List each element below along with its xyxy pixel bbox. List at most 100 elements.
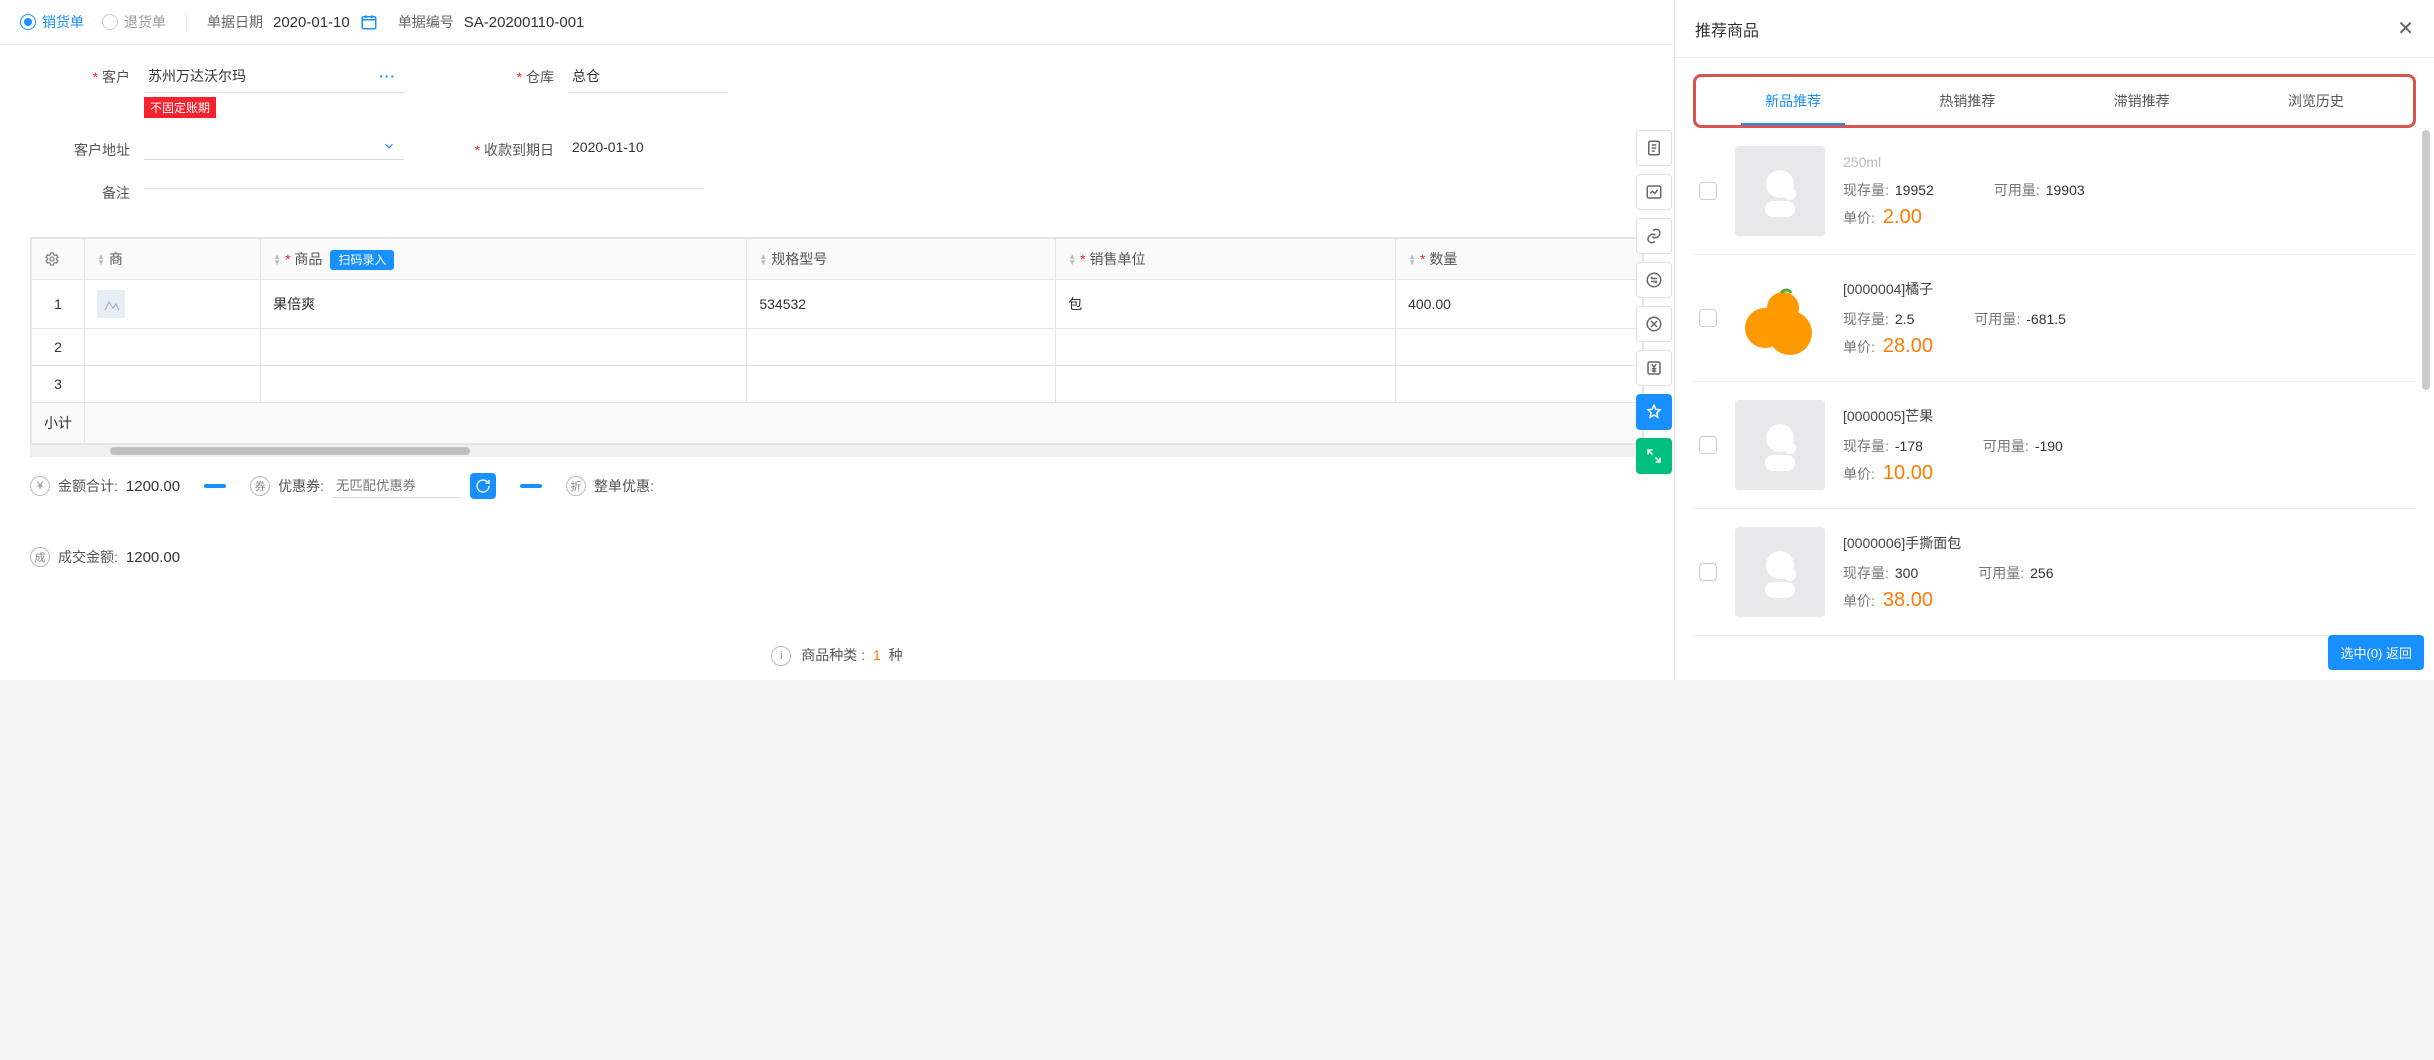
cell-qty[interactable] bbox=[1396, 329, 1643, 366]
stock-field: 现存量:300 bbox=[1843, 563, 1918, 583]
warehouse-field: 仓库 总仓 bbox=[464, 63, 728, 118]
cell-unit[interactable] bbox=[1056, 366, 1396, 403]
product-image-placeholder bbox=[1735, 146, 1825, 236]
sort-icon: ▲▼ bbox=[273, 254, 281, 266]
product-checkbox[interactable] bbox=[1699, 182, 1717, 200]
col-qty[interactable]: ▲▼* 数量 bbox=[1396, 239, 1643, 280]
rail-swap-button[interactable] bbox=[1636, 262, 1672, 298]
due-date-field: 收款到期日 2020-01-10 bbox=[464, 136, 728, 161]
product-image-placeholder bbox=[1735, 527, 1825, 617]
cell-qty[interactable]: 400.00 bbox=[1396, 280, 1643, 329]
recommend-tabs-highlight: 新品推荐热销推荐滞销推荐浏览历史 bbox=[1693, 74, 2416, 128]
recommend-item[interactable]: 250ml 现存量:19952 可用量:19903 单价:2.00 bbox=[1693, 128, 2416, 255]
warehouse-input[interactable]: 总仓 bbox=[568, 63, 728, 93]
gear-icon bbox=[44, 251, 60, 267]
address-field: 客户地址 bbox=[40, 136, 404, 161]
deal-value: 1200.00 bbox=[126, 549, 180, 566]
scroll-thumb[interactable] bbox=[110, 447, 470, 455]
product-name: [0000006]手撕面包 bbox=[1843, 533, 2410, 553]
expand-icon bbox=[1645, 447, 1663, 465]
side-rail bbox=[1634, 130, 1674, 474]
radio-return-order[interactable]: 退货单 bbox=[102, 12, 166, 32]
cell-spec[interactable]: 534532 bbox=[747, 280, 1056, 329]
warehouse-value: 总仓 bbox=[572, 66, 600, 86]
calendar-icon[interactable] bbox=[360, 13, 378, 31]
address-input[interactable] bbox=[144, 136, 404, 160]
yen-icon bbox=[1645, 359, 1663, 377]
cell-spec[interactable] bbox=[747, 366, 1056, 403]
coupon-input[interactable] bbox=[332, 474, 462, 498]
deal-label: 成交金额: bbox=[58, 547, 118, 567]
col-label: 商品 bbox=[294, 251, 322, 267]
selected-return-button[interactable]: 选中(0) 返回 bbox=[2328, 635, 2424, 670]
due-date-label: 收款到期日 bbox=[464, 136, 554, 160]
cell-product[interactable] bbox=[261, 329, 747, 366]
recommend-list[interactable]: 250ml 现存量:19952 可用量:19903 单价:2.00 [00000… bbox=[1675, 128, 2434, 680]
refresh-button[interactable] bbox=[470, 473, 496, 499]
ellipsis-icon[interactable]: ··· bbox=[379, 68, 396, 84]
remark-input[interactable] bbox=[144, 179, 704, 189]
total-amount: ¥ 金额合计: 1200.00 bbox=[30, 476, 180, 496]
product-checkbox[interactable] bbox=[1699, 563, 1717, 581]
rail-chart-button[interactable] bbox=[1636, 174, 1672, 210]
customer-value: 苏州万达沃尔玛 bbox=[148, 66, 246, 86]
col-unit[interactable]: ▲▼* 销售单位 bbox=[1056, 239, 1396, 280]
col-product[interactable]: ▲▼* 商品扫码录入 bbox=[261, 239, 747, 280]
col-label: 数量 bbox=[1429, 251, 1457, 267]
close-icon[interactable]: ✕ bbox=[2397, 16, 2414, 41]
cell-shang[interactable] bbox=[85, 280, 261, 329]
recommend-item[interactable]: [0000006]手撕面包 现存量:300 可用量:256 单价:38.00 bbox=[1693, 509, 2416, 636]
cell-shang[interactable] bbox=[85, 329, 261, 366]
deal-icon: 成 bbox=[30, 547, 50, 567]
rail-delete-button[interactable] bbox=[1636, 306, 1672, 342]
rail-yen-button[interactable] bbox=[1636, 350, 1672, 386]
recommend-tab[interactable]: 滞销推荐 bbox=[2055, 81, 2229, 125]
rail-expand-button[interactable] bbox=[1636, 438, 1672, 474]
address-label: 客户地址 bbox=[40, 136, 130, 160]
row-index: 3 bbox=[32, 366, 85, 403]
whole-discount: 折 整单优惠: bbox=[566, 476, 654, 496]
radio-sales-order[interactable]: 销货单 bbox=[20, 12, 84, 32]
product-thumb-icon bbox=[97, 290, 125, 318]
recommend-tab[interactable]: 热销推荐 bbox=[1880, 81, 2054, 125]
scan-entry-button[interactable]: 扫码录入 bbox=[330, 250, 394, 270]
rail-doc-button[interactable] bbox=[1636, 130, 1672, 166]
table-row[interactable]: 3 bbox=[32, 366, 1643, 403]
table-row[interactable]: 2 bbox=[32, 329, 1643, 366]
doc-date-value[interactable]: 2020-01-10 bbox=[273, 14, 350, 31]
cell-shang[interactable] bbox=[85, 366, 261, 403]
cell-spec[interactable] bbox=[747, 329, 1056, 366]
refresh-icon bbox=[475, 478, 491, 494]
rail-star-button[interactable] bbox=[1636, 394, 1672, 430]
product-thumb bbox=[1735, 527, 1825, 617]
cell-unit[interactable] bbox=[1056, 329, 1396, 366]
product-checkbox[interactable] bbox=[1699, 436, 1717, 454]
due-date-input[interactable]: 2020-01-10 bbox=[568, 136, 728, 161]
customer-input[interactable]: 苏州万达沃尔玛 ··· bbox=[144, 63, 404, 93]
coupon-icon: 券 bbox=[250, 476, 270, 496]
horizontal-scrollbar[interactable] bbox=[30, 445, 1644, 457]
sort-icon: ▲▼ bbox=[1408, 254, 1416, 266]
vertical-scrollbar[interactable] bbox=[2422, 130, 2430, 390]
recommend-item[interactable]: [0000004]橘子 现存量:2.5 可用量:-681.5 单价:28.00 bbox=[1693, 255, 2416, 382]
col-settings[interactable] bbox=[32, 239, 85, 280]
product-checkbox[interactable] bbox=[1699, 309, 1717, 327]
chart-icon bbox=[1645, 183, 1663, 201]
sort-icon: ▲▼ bbox=[1068, 254, 1076, 266]
minus-icon bbox=[520, 484, 542, 488]
rail-link-button[interactable] bbox=[1636, 218, 1672, 254]
recommend-item[interactable]: [0000005]芒果 现存量:-178 可用量:-190 单价:10.00 bbox=[1693, 382, 2416, 509]
subtotal-label: 小计 bbox=[32, 403, 85, 444]
cell-qty[interactable] bbox=[1396, 366, 1643, 403]
cell-unit[interactable]: 包 bbox=[1056, 280, 1396, 329]
table-row[interactable]: 1 果倍爽 534532 包 400.00 bbox=[32, 280, 1643, 329]
radio-icon bbox=[20, 14, 36, 30]
recommend-tab[interactable]: 新品推荐 bbox=[1706, 81, 1880, 125]
chevron-down-icon[interactable] bbox=[382, 139, 396, 153]
cell-product[interactable]: 果倍爽 bbox=[261, 280, 747, 329]
col-shang[interactable]: ▲▼商 bbox=[85, 239, 261, 280]
recommend-tab[interactable]: 浏览历史 bbox=[2229, 81, 2403, 125]
col-spec[interactable]: ▲▼规格型号 bbox=[747, 239, 1056, 280]
due-date-value: 2020-01-10 bbox=[572, 139, 644, 155]
cell-product[interactable] bbox=[261, 366, 747, 403]
